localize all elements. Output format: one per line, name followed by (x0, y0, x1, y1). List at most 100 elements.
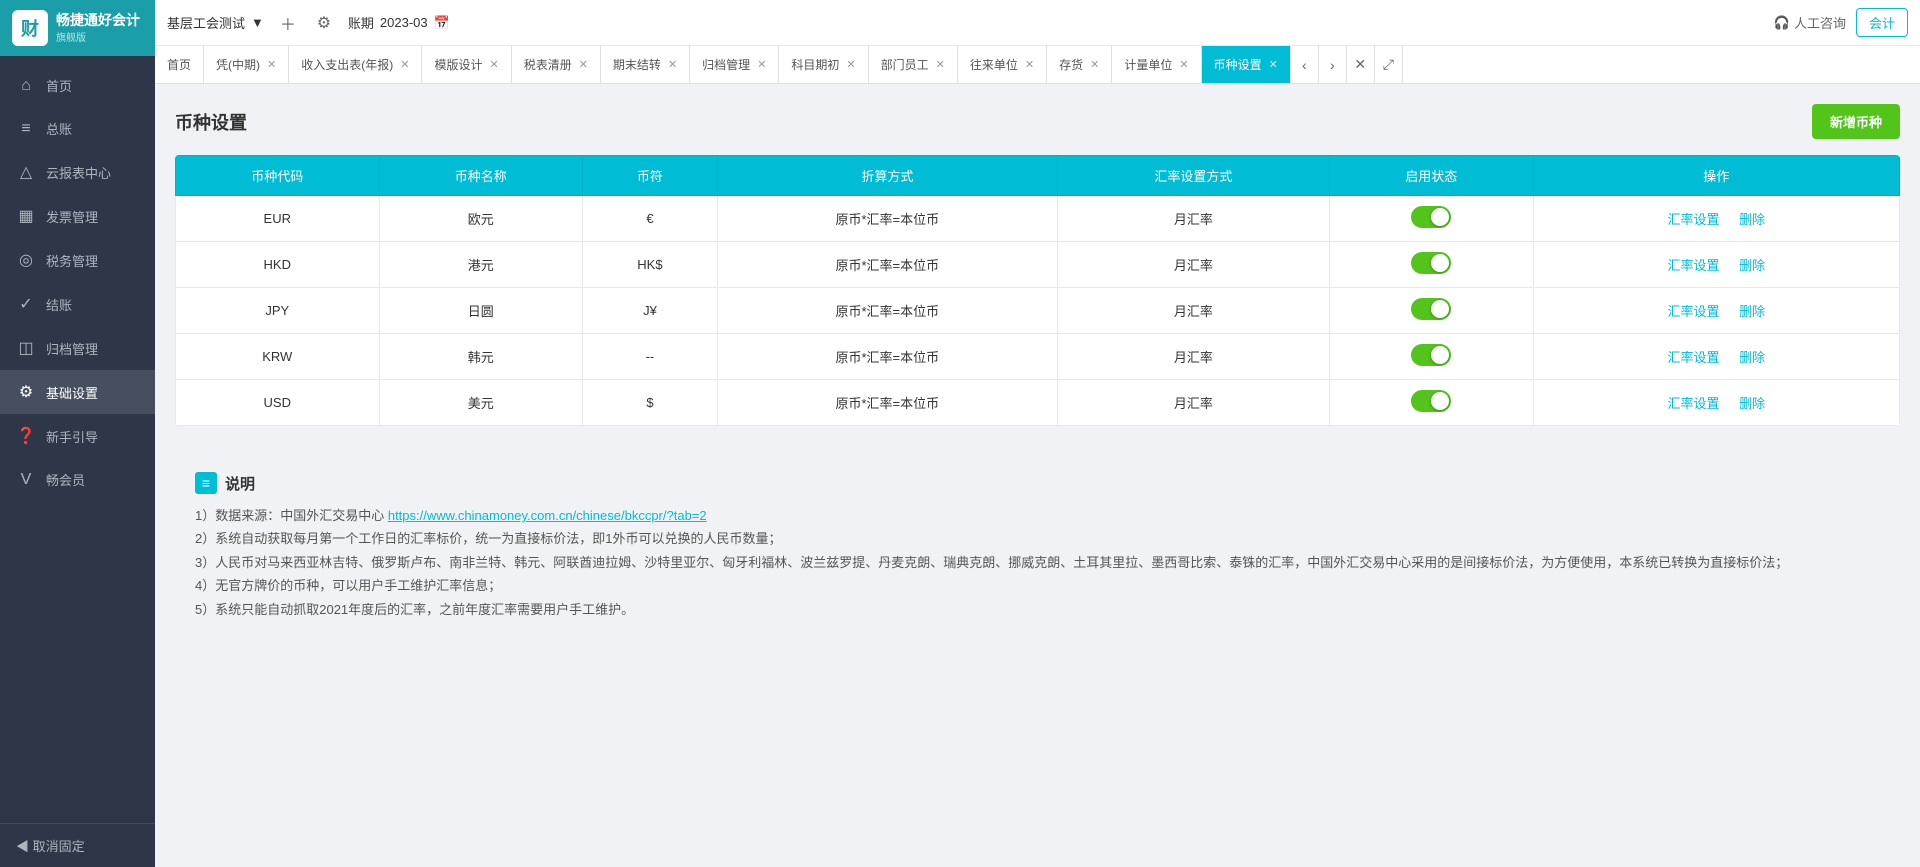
toggle-switch[interactable] (1411, 252, 1451, 274)
sidebar-item-home[interactable]: ⌂ 首页 (0, 64, 155, 107)
toggle-switch[interactable] (1411, 206, 1451, 228)
sidebar-item-tax[interactable]: ◎ 税务管理 (0, 238, 155, 282)
rate-settings-link[interactable]: 汇率设置 (1667, 212, 1719, 227)
tab-income[interactable]: 收入支出表(年报) ✕ (289, 46, 422, 84)
sidebar-item-invoice[interactable]: ▦ 发票管理 (0, 194, 155, 238)
tab-label: 存货 (1059, 56, 1083, 73)
service-button[interactable]: 🎧 人工咨询 (1774, 13, 1846, 32)
cell-name: 港元 (379, 242, 583, 288)
tab-archive[interactable]: 归档管理 ✕ (690, 46, 779, 84)
delete-link[interactable]: 删除 (1739, 396, 1765, 411)
cell-rate-type: 月汇率 (1057, 196, 1329, 242)
tab-expand-button[interactable]: ⤢ (1375, 46, 1403, 84)
calendar-icon[interactable]: 📅 (434, 15, 450, 31)
cell-name: 欧元 (379, 196, 583, 242)
sidebar-item-label: 税务管理 (46, 251, 98, 270)
toggle-switch[interactable] (1411, 344, 1451, 366)
tab-close-icon[interactable]: ✕ (400, 58, 409, 71)
cell-code: HKD (176, 242, 380, 288)
tab-stock[interactable]: 存货 ✕ (1047, 46, 1112, 84)
sidebar-pin-toggle[interactable]: ◀ 取消固定 (0, 823, 155, 867)
rate-settings-link[interactable]: 汇率设置 (1667, 258, 1719, 273)
notice-item: 5）系统只能自动抓取2021年度后的汇率，之前年度汇率需要用户手工维护。 (195, 598, 1880, 621)
tab-close-icon[interactable]: ✕ (1179, 58, 1188, 71)
tab-close-icon[interactable]: ✕ (1090, 58, 1099, 71)
sidebar-item-ledger[interactable]: ≡ 总账 (0, 107, 155, 150)
page-header: 币种设置 新增币种 (175, 104, 1900, 139)
sidebar-item-settings[interactable]: ⚙ 基础设置 (0, 370, 155, 414)
delete-link[interactable]: 删除 (1739, 350, 1765, 365)
toggle-thumb (1431, 392, 1449, 410)
tab-customer[interactable]: 往来单位 ✕ (958, 46, 1047, 84)
cell-name: 韩元 (379, 334, 583, 380)
tab-close-icon[interactable]: ✕ (489, 58, 498, 71)
tab-label: 计量单位 (1124, 56, 1172, 73)
rate-settings-link[interactable]: 汇率设置 (1667, 396, 1719, 411)
cell-status[interactable] (1330, 380, 1534, 426)
tab-close-icon[interactable]: ✕ (579, 58, 588, 71)
new-currency-button[interactable]: 新增币种 (1812, 104, 1900, 139)
sidebar-item-label: 总账 (46, 119, 72, 138)
rate-settings-link[interactable]: 汇率设置 (1667, 304, 1719, 319)
table-row: JPY 日圆 J¥ 原币*汇率=本位币 月汇率 汇率设置 删除 (176, 288, 1900, 334)
tab-label: 归档管理 (702, 56, 750, 73)
cell-status[interactable] (1330, 334, 1534, 380)
tab-subject[interactable]: 科目期初 ✕ (779, 46, 868, 84)
notice-list: 1）数据来源：中国外汇交易中心 https://www.chinamoney.c… (195, 504, 1880, 621)
cell-code: EUR (176, 196, 380, 242)
table-row: KRW 韩元 -- 原币*汇率=本位币 月汇率 汇率设置 删除 (176, 334, 1900, 380)
notice-item: 3）人民币对马来西亚林吉特、俄罗斯卢布、南非兰特、韩元、阿联酋迪拉姆、沙特里亚尔… (195, 551, 1880, 574)
sidebar-item-guide[interactable]: ❓ 新手引导 (0, 414, 155, 458)
delete-link[interactable]: 删除 (1739, 212, 1765, 227)
notice-link[interactable]: https://www.chinamoney.com.cn/chinese/bk… (388, 508, 707, 523)
tab-prev-button[interactable]: ‹ (1291, 46, 1319, 84)
tab-close-icon[interactable]: ✕ (936, 58, 945, 71)
cell-status[interactable] (1330, 288, 1534, 334)
tab-close-icon[interactable]: ✕ (1269, 58, 1278, 71)
logo-text: 畅捷通好会计 (56, 12, 140, 29)
toggle-switch[interactable] (1411, 390, 1451, 412)
tab-template[interactable]: 模版设计 ✕ (422, 46, 511, 84)
cell-status[interactable] (1330, 242, 1534, 288)
rate-settings-link[interactable]: 汇率设置 (1667, 350, 1719, 365)
toggle-thumb (1431, 208, 1449, 226)
toggle-switch[interactable] (1411, 298, 1451, 320)
cell-code: KRW (176, 334, 380, 380)
tab-close-icon[interactable]: ✕ (1025, 58, 1034, 71)
period-label: 账期 (348, 13, 374, 32)
tab-close-icon[interactable]: ✕ (757, 58, 766, 71)
tab-close-icon[interactable]: ✕ (668, 58, 677, 71)
cell-status[interactable] (1330, 196, 1534, 242)
toggle-track (1411, 344, 1451, 366)
sidebar-item-reports[interactable]: △ 云报表中心 (0, 150, 155, 194)
delete-link[interactable]: 删除 (1739, 304, 1765, 319)
sidebar-item-archive[interactable]: ◫ 归档管理 (0, 326, 155, 370)
tab-close-icon[interactable]: ✕ (846, 58, 855, 71)
delete-link[interactable]: 删除 (1739, 258, 1765, 273)
sidebar-logo: 财 畅捷通好会计 旗舰版 (0, 0, 155, 56)
tab-unit[interactable]: 计量单位 ✕ (1112, 46, 1201, 84)
tab-dept[interactable]: 部门员工 ✕ (869, 46, 958, 84)
pin-label: ◀ 取消固定 (16, 836, 85, 855)
col-name: 币种名称 (379, 156, 583, 196)
company-selector[interactable]: 基层工会测试 ▼ (167, 13, 264, 32)
tab-tax[interactable]: 税表清册 ✕ (512, 46, 601, 84)
tab-close-icon[interactable]: ✕ (267, 58, 276, 71)
kuaiji-button[interactable]: 会计 (1856, 8, 1908, 37)
member-icon: V (16, 471, 36, 489)
sidebar-nav: ⌂ 首页 ≡ 总账 △ 云报表中心 ▦ 发票管理 ◎ 税务管理 ✓ 结账 ◫ 归… (0, 56, 155, 823)
tab-currency[interactable]: 币种设置 ✕ (1202, 46, 1291, 84)
tab-voucher[interactable]: 凭(中期) ✕ (204, 46, 289, 84)
tab-home[interactable]: 首页 (155, 46, 204, 84)
tab-close-all-button[interactable]: ✕ (1347, 46, 1375, 84)
cell-conversion: 原币*汇率=本位币 (717, 380, 1057, 426)
add-tab-button[interactable]: ＋ (274, 9, 302, 37)
tab-next-button[interactable]: › (1319, 46, 1347, 84)
col-symbol: 币符 (583, 156, 718, 196)
tab-period-end[interactable]: 期末结转 ✕ (601, 46, 690, 84)
service-label: 人工咨询 (1794, 13, 1846, 32)
sidebar-item-settle[interactable]: ✓ 结账 (0, 282, 155, 326)
settings-cog-button[interactable]: ⚙ (310, 9, 338, 37)
sidebar-item-member[interactable]: V 畅会员 (0, 458, 155, 501)
ledger-icon: ≡ (16, 120, 36, 138)
